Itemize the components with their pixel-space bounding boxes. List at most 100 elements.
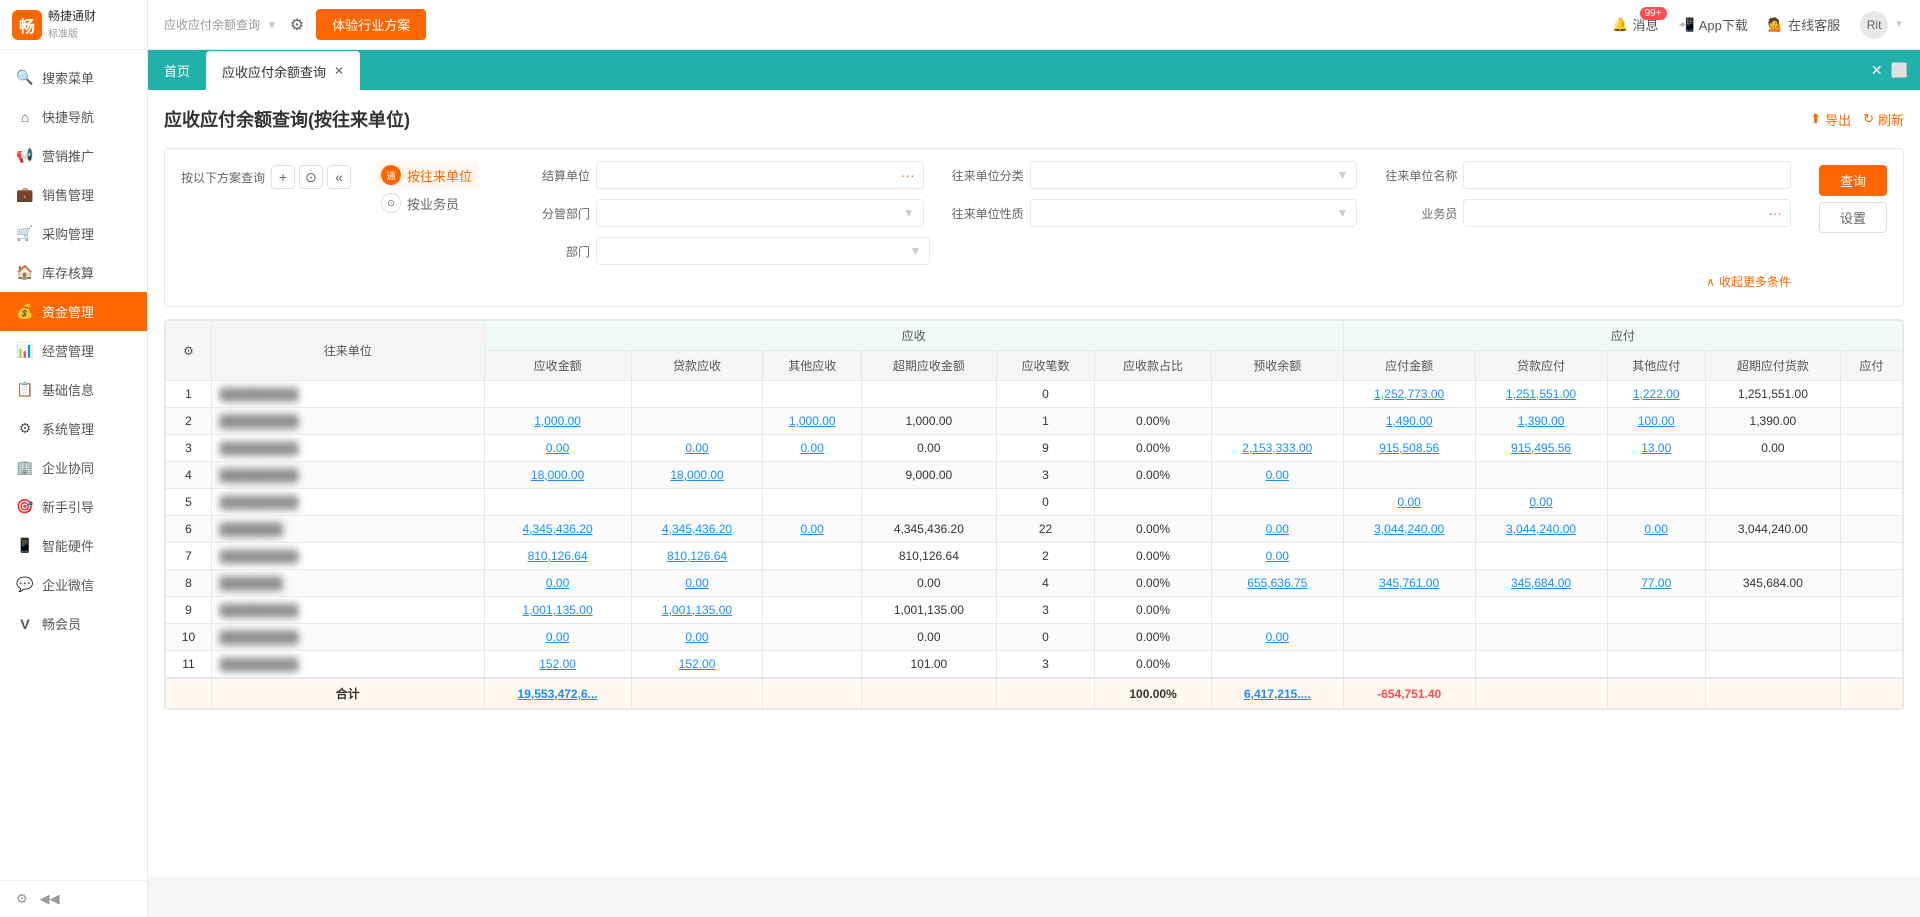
row-ap-amount[interactable]: 3,044,240.00 xyxy=(1343,516,1475,543)
settlement-unit-input[interactable]: ··· xyxy=(596,161,924,189)
sidebar-item-marketing[interactable]: 📢 营销推广 xyxy=(0,136,147,175)
row-ar-loan[interactable] xyxy=(631,381,763,408)
table-settings-icon[interactable]: ⚙ xyxy=(166,321,212,381)
notification-btn[interactable]: 🔔 消息 99+ xyxy=(1612,15,1658,34)
row-ar-amount[interactable]: 0.00 xyxy=(484,624,631,651)
tab-home[interactable]: 首页 xyxy=(148,50,206,90)
row-ap-other[interactable] xyxy=(1607,543,1705,570)
expand-icon[interactable]: ⬜ xyxy=(1891,62,1908,79)
row-ar-amount[interactable]: 1,001,135.00 xyxy=(484,597,631,624)
row-ap-loan[interactable]: 0.00 xyxy=(1475,489,1607,516)
partner-category-input[interactable]: ▼ xyxy=(1030,161,1358,189)
sidebar-settings-btn[interactable]: ⚙ xyxy=(16,891,28,907)
row-ap-amount[interactable]: 1,490.00 xyxy=(1343,408,1475,435)
salesman-ellipsis[interactable]: ··· xyxy=(1768,205,1782,221)
division-input[interactable]: ▼ xyxy=(596,199,924,227)
row-ar-prepay[interactable] xyxy=(1211,408,1343,435)
online-service-btn[interactable]: 💁 在线客服 xyxy=(1768,15,1840,34)
user-menu[interactable]: Rit ▼ xyxy=(1860,11,1904,39)
row-ap-amount[interactable]: 915,508.56 xyxy=(1343,435,1475,462)
row-ar-loan[interactable]: 1,001,135.00 xyxy=(631,597,763,624)
app-download-btn[interactable]: 📲 App下载 xyxy=(1679,15,1748,34)
row-ar-other[interactable]: 1,000.00 xyxy=(763,408,861,435)
add-scheme-btn[interactable]: + xyxy=(271,165,295,189)
row-ar-loan[interactable]: 0.00 xyxy=(631,624,763,651)
row-ap-other[interactable]: 1,222.00 xyxy=(1607,381,1705,408)
row-ar-prepay[interactable] xyxy=(1211,489,1343,516)
sidebar-item-corp-collab[interactable]: 🏢 企业协同 xyxy=(0,448,147,487)
row-ap-amount[interactable] xyxy=(1343,624,1475,651)
row-ar-prepay[interactable]: 0.00 xyxy=(1211,462,1343,489)
scheme-by-salesman[interactable]: ⊙ 按业务员 xyxy=(375,189,478,217)
row-ar-other[interactable] xyxy=(763,651,861,679)
prev-scheme-btn[interactable]: « xyxy=(327,165,351,189)
refresh-btn[interactable]: ↻ 刷新 xyxy=(1863,110,1904,129)
row-ap-amount[interactable] xyxy=(1343,543,1475,570)
row-ap-loan[interactable]: 3,044,240.00 xyxy=(1475,516,1607,543)
row-ap-amount[interactable]: 1,252,773.00 xyxy=(1343,381,1475,408)
row-ar-other[interactable] xyxy=(763,597,861,624)
row-ap-loan[interactable] xyxy=(1475,543,1607,570)
row-ar-prepay[interactable]: 0.00 xyxy=(1211,624,1343,651)
sidebar-item-operation[interactable]: 📊 经营管理 xyxy=(0,331,147,370)
row-ar-amount[interactable]: 18,000.00 xyxy=(484,462,631,489)
sidebar-item-finance[interactable]: 💰 资金管理 xyxy=(0,292,147,331)
sidebar-item-purchase[interactable]: 🛒 采购管理 xyxy=(0,214,147,253)
salesman-input[interactable]: ··· xyxy=(1463,199,1791,227)
row-ap-amount[interactable]: 0.00 xyxy=(1343,489,1475,516)
sidebar-item-search-menu[interactable]: 🔍 搜索菜单 xyxy=(0,58,147,97)
row-ap-loan[interactable] xyxy=(1475,597,1607,624)
sidebar-collapse-btn[interactable]: ◀◀ xyxy=(40,891,60,907)
sidebar-item-smart-hw[interactable]: 📱 智能硬件 xyxy=(0,526,147,565)
row-ap-amount[interactable] xyxy=(1343,462,1475,489)
row-ar-amount[interactable] xyxy=(484,381,631,408)
edit-scheme-btn[interactable]: ⊙ xyxy=(299,165,323,189)
row-ap-loan[interactable]: 345,684.00 xyxy=(1475,570,1607,597)
sidebar-item-quick-nav[interactable]: ⌂ 快捷导航 xyxy=(0,97,147,136)
row-ar-loan[interactable]: 810,126.64 xyxy=(631,543,763,570)
row-ar-other[interactable] xyxy=(763,543,861,570)
row-ar-other[interactable]: 0.00 xyxy=(763,516,861,543)
row-ap-other[interactable]: 77.00 xyxy=(1607,570,1705,597)
row-ar-amount[interactable]: 4,345,436.20 xyxy=(484,516,631,543)
row-ar-loan[interactable] xyxy=(631,408,763,435)
row-ar-amount[interactable]: 0.00 xyxy=(484,435,631,462)
sidebar-item-corp-wechat[interactable]: 💬 企业微信 xyxy=(0,565,147,604)
row-ap-other[interactable] xyxy=(1607,651,1705,679)
row-ar-loan[interactable]: 0.00 xyxy=(631,570,763,597)
sidebar-item-inventory[interactable]: 🏠 库存核算 xyxy=(0,253,147,292)
trial-btn[interactable]: 体验行业方案 xyxy=(316,9,426,40)
row-ar-prepay[interactable]: 2,153,333.00 xyxy=(1211,435,1343,462)
row-ar-other[interactable] xyxy=(763,381,861,408)
department-input[interactable]: ▼ xyxy=(596,237,930,265)
row-ar-amount[interactable] xyxy=(484,489,631,516)
row-ar-prepay[interactable] xyxy=(1211,651,1343,679)
row-ap-loan[interactable]: 1,251,551.00 xyxy=(1475,381,1607,408)
row-ap-loan[interactable] xyxy=(1475,462,1607,489)
row-ar-amount[interactable]: 1,000.00 xyxy=(484,408,631,435)
row-ap-amount[interactable] xyxy=(1343,651,1475,679)
row-ap-loan[interactable]: 915,495.56 xyxy=(1475,435,1607,462)
row-ar-other[interactable] xyxy=(763,624,861,651)
row-ap-loan[interactable] xyxy=(1475,624,1607,651)
row-ap-other[interactable]: 100.00 xyxy=(1607,408,1705,435)
sidebar-item-newcomer[interactable]: 🎯 新手引导 xyxy=(0,487,147,526)
row-ap-other[interactable]: 0.00 xyxy=(1607,516,1705,543)
row-ap-other[interactable] xyxy=(1607,597,1705,624)
close-window-icon[interactable]: ✕ xyxy=(1871,62,1883,79)
row-ap-other[interactable] xyxy=(1607,624,1705,651)
row-ar-loan[interactable]: 152.00 xyxy=(631,651,763,679)
sidebar-item-system[interactable]: ⚙ 系统管理 xyxy=(0,409,147,448)
gear-icon[interactable]: ⚙ xyxy=(290,15,304,35)
row-ar-loan[interactable]: 0.00 xyxy=(631,435,763,462)
row-ap-other[interactable]: 13.00 xyxy=(1607,435,1705,462)
row-ar-prepay[interactable] xyxy=(1211,381,1343,408)
row-ar-loan[interactable]: 18,000.00 xyxy=(631,462,763,489)
sidebar-item-vip[interactable]: V 畅会员 xyxy=(0,604,147,643)
row-ap-loan[interactable]: 1,390.00 xyxy=(1475,408,1607,435)
tab-ar-ap[interactable]: 应收应付余额查询 ✕ xyxy=(206,51,360,91)
row-ar-other[interactable] xyxy=(763,462,861,489)
row-ar-amount[interactable]: 810,126.64 xyxy=(484,543,631,570)
scheme-by-partner[interactable]: 通 按往来单位 xyxy=(375,161,478,189)
row-ar-loan[interactable]: 4,345,436.20 xyxy=(631,516,763,543)
